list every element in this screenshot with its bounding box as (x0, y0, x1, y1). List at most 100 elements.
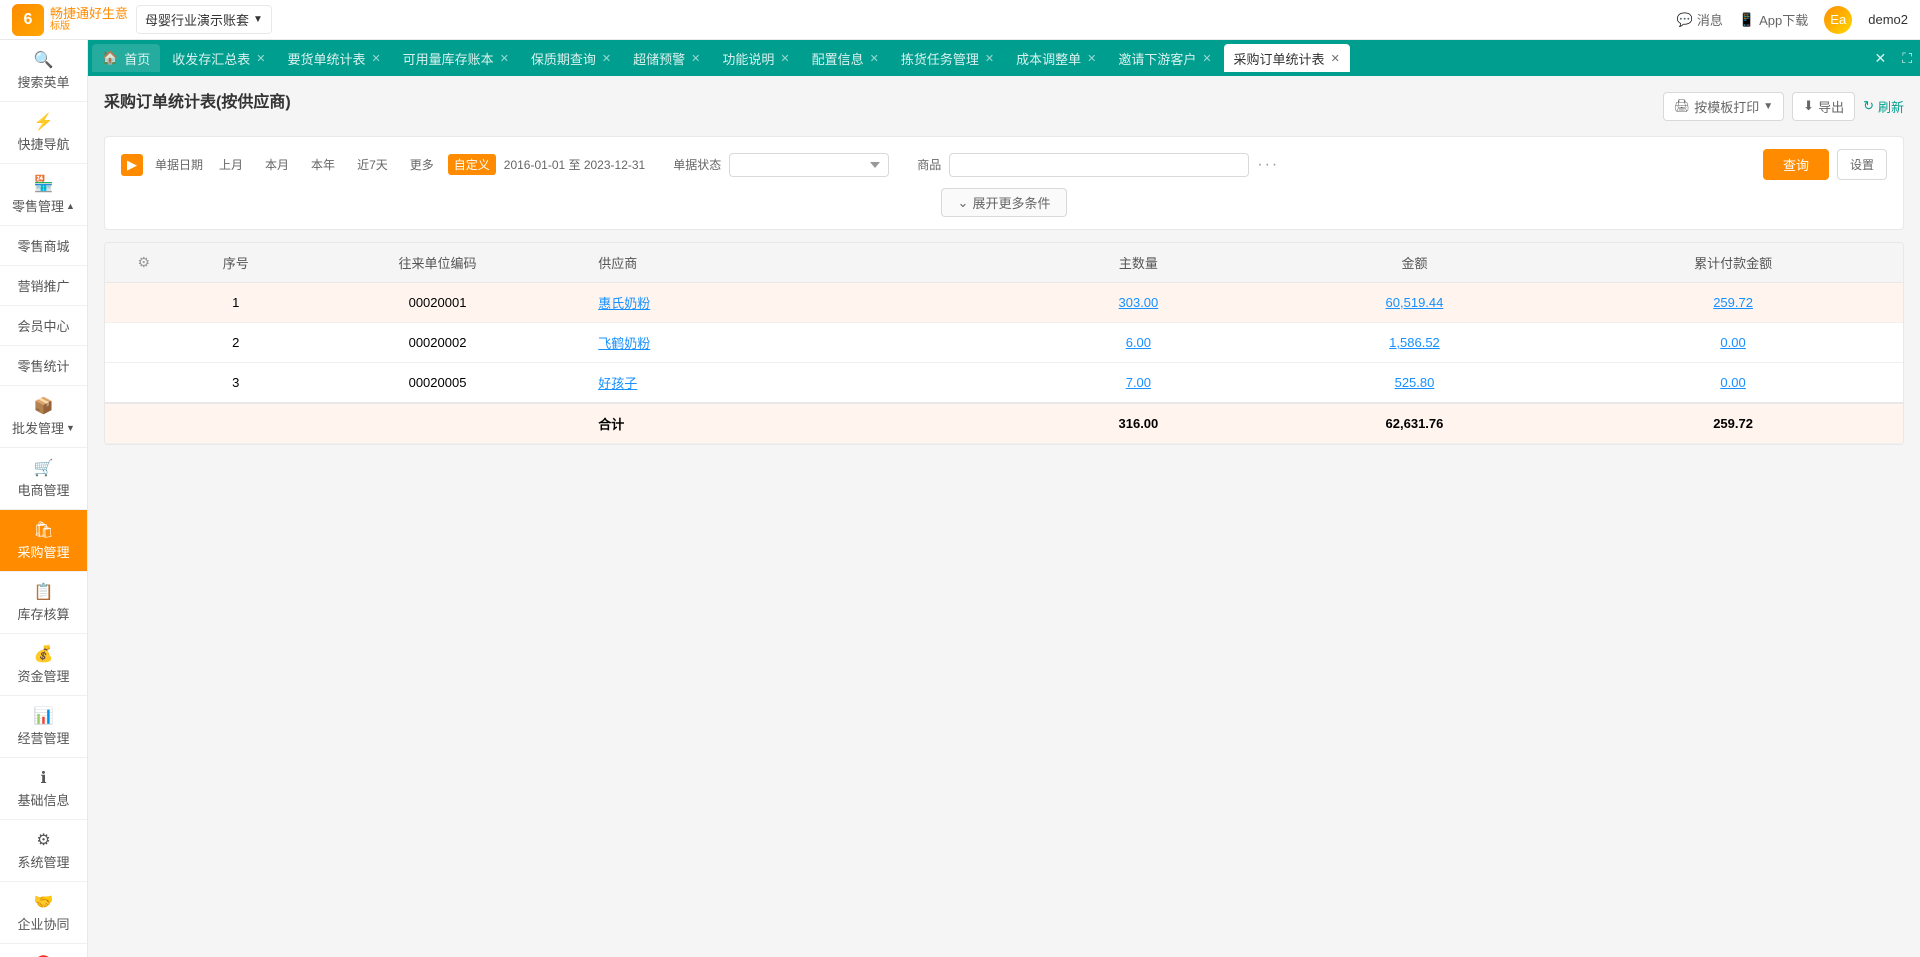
sidebar-label-finance: 资金管理 (17, 666, 69, 685)
goods-input[interactable] (949, 153, 1249, 177)
col-header-num: 序号 (183, 243, 289, 283)
sidebar-label-retail-stat: 零售统计 (17, 356, 69, 375)
refresh-button[interactable]: ↻ 刷新 (1863, 97, 1904, 116)
sidebar-item-retail[interactable]: 🏪 零售管理 ▲ (0, 164, 87, 226)
footer-num (183, 403, 289, 444)
row-2-qty-link[interactable]: 6.00 (1126, 335, 1151, 350)
sidebar-item-system[interactable]: ⚙ 系统管理 (0, 820, 87, 882)
tab-pick-task[interactable]: 拣货任务管理 ✕ (891, 44, 1004, 72)
sidebar-item-ecommerce[interactable]: 🛒 电商管理 (0, 448, 87, 510)
more-options-icon[interactable]: ··· (1257, 156, 1279, 174)
tab-close-order-summary[interactable]: ✕ (371, 52, 380, 65)
tab-overstock-warning[interactable]: 超储预警 ✕ (623, 44, 710, 72)
sidebar-item-enterprise[interactable]: 🤝 企业协同 (0, 882, 87, 944)
ecommerce-icon: 🛒 (34, 458, 54, 478)
row-1-paid-link[interactable]: 259.72 (1713, 295, 1753, 310)
status-filter-group: 单据状态 (673, 153, 889, 177)
row-3-paid-link[interactable]: 0.00 (1720, 375, 1745, 390)
tab-close-cost-adjust[interactable]: ✕ (1087, 52, 1096, 65)
tab-receive-summary[interactable]: 收发存汇总表 ✕ (162, 44, 275, 72)
row-2-supplier-link[interactable]: 飞鹤奶粉 (598, 336, 650, 351)
expand-more-button[interactable]: ⌄ 展开更多条件 (941, 188, 1068, 217)
tab-close-invite-customer[interactable]: ✕ (1202, 52, 1211, 65)
tab-order-summary[interactable]: 要货单统计表 ✕ (277, 44, 390, 72)
export-button[interactable]: ⬇ 导出 (1792, 92, 1855, 121)
row-3-amount-link[interactable]: 525.80 (1395, 375, 1435, 390)
sidebar-item-search[interactable]: 🔍 搜索英单 (0, 40, 87, 102)
sidebar-item-wholesale[interactable]: 📦 批发管理 ▼ (0, 386, 87, 448)
row-3-code: 00020005 (289, 363, 586, 404)
shortcut-this-year[interactable]: 本年 (303, 154, 343, 175)
sidebar-item-marketing[interactable]: 营销推广 (0, 266, 87, 306)
tab-close-pick-task[interactable]: ✕ (985, 52, 994, 65)
tab-cost-adjust[interactable]: 成本调整单 ✕ (1006, 44, 1106, 72)
logo-icon: 6 (12, 4, 44, 36)
shortcut-custom[interactable]: 自定义 (448, 154, 496, 175)
tab-maximize-button[interactable]: ⛶ (1898, 48, 1916, 69)
tab-config-info[interactable]: 配置信息 ✕ (802, 44, 889, 72)
sidebar-item-retail-shop[interactable]: 零售商城 (0, 226, 87, 266)
sidebar-item-purchase[interactable]: 🛍 采购管理 (0, 510, 87, 572)
row-1-supplier-link[interactable]: 惠氏奶粉 (598, 296, 650, 311)
tab-close-function-desc[interactable]: ✕ (780, 52, 789, 65)
query-button[interactable]: 查询 (1763, 149, 1829, 180)
row-2-paid: 0.00 (1563, 323, 1903, 363)
row-3-supplier-link[interactable]: 好孩子 (598, 376, 637, 391)
message-button[interactable]: 💬 消息 (1677, 10, 1723, 29)
finance-icon: 💰 (34, 644, 54, 664)
column-settings-icon[interactable]: ⚙ (138, 254, 151, 270)
sidebar-label-search: 搜索英单 (17, 72, 69, 91)
filter-collapse-button[interactable]: ▶ (121, 154, 143, 176)
sidebar-item-basic[interactable]: ℹ 基础信息 (0, 758, 87, 820)
row-1-amount-link[interactable]: 60,519.44 (1386, 295, 1444, 310)
footer-qty: 316.00 (1011, 403, 1266, 444)
tab-close-expiry-query[interactable]: ✕ (602, 52, 611, 65)
shortcut-last-7-days[interactable]: 近7天 (349, 154, 396, 175)
tab-purchase-stat[interactable]: 采购订单统计表 ✕ (1224, 44, 1350, 72)
shortcut-last-month[interactable]: 上月 (211, 154, 251, 175)
sidebar-item-shortcut[interactable]: ⚡ 快捷导航 (0, 102, 87, 164)
tab-close-inventory-ledger[interactable]: ✕ (500, 52, 509, 65)
chevron-down-icon2: ▼ (66, 423, 75, 433)
footer-amount: 62,631.76 (1266, 403, 1563, 444)
tab-close-purchase-stat[interactable]: ✕ (1331, 52, 1340, 65)
date-range-text: 2016-01-01 至 2023-12-31 (504, 156, 645, 173)
company-selector[interactable]: 母婴行业演示账套 ▼ (136, 5, 272, 34)
row-2-amount-link[interactable]: 1,586.52 (1389, 335, 1440, 350)
settings-button[interactable]: 设置 (1837, 149, 1887, 180)
page-title: 采购订单统计表(按供应商) (104, 88, 291, 112)
tab-function-desc[interactable]: 功能说明 ✕ (712, 44, 799, 72)
sidebar-item-retail-stat[interactable]: 零售统计 (0, 346, 87, 386)
user-name[interactable]: demo2 (1868, 12, 1908, 27)
header-actions: 🖨 按模板打印 ▼ ⬇ 导出 ↻ 刷新 (1663, 92, 1904, 121)
sidebar-item-newguide[interactable]: 🎯 新手引导 (0, 944, 87, 957)
tab-close-all-button[interactable]: ✕ (1870, 48, 1890, 69)
tab-home[interactable]: 🏠 首页 (92, 44, 160, 72)
row-2-paid-link[interactable]: 0.00 (1720, 335, 1745, 350)
shortcut-this-month[interactable]: 本月 (257, 154, 297, 175)
sidebar-label-member: 会员中心 (17, 316, 69, 335)
status-select[interactable] (729, 153, 889, 177)
sidebar-item-operation[interactable]: 📊 经营管理 (0, 696, 87, 758)
user-avatar[interactable]: Ea (1824, 6, 1852, 34)
footer-label: 合计 (586, 403, 1011, 444)
tab-invite-customer[interactable]: 邀请下游客户 ✕ (1108, 44, 1221, 72)
sidebar-item-inventory[interactable]: 📋 库存核算 (0, 572, 87, 634)
tab-expiry-query[interactable]: 保质期查询 ✕ (521, 44, 621, 72)
operation-icon: 📊 (34, 706, 54, 726)
app-download-button[interactable]: 📱 App下载 (1739, 10, 1808, 29)
tab-inventory-ledger[interactable]: 可用量库存账本 ✕ (393, 44, 519, 72)
download-icon: 📱 (1739, 12, 1755, 28)
system-icon: ⚙ (36, 830, 50, 850)
tab-close-config-info[interactable]: ✕ (870, 52, 879, 65)
sidebar-item-member[interactable]: 会员中心 (0, 306, 87, 346)
row-3-qty-link[interactable]: 7.00 (1126, 375, 1151, 390)
tab-close-receive-summary[interactable]: ✕ (256, 52, 265, 65)
message-icon: 💬 (1677, 12, 1693, 28)
sidebar-item-finance[interactable]: 💰 资金管理 (0, 634, 87, 696)
row-2-code: 00020002 (289, 323, 586, 363)
print-button[interactable]: 🖨 按模板打印 ▼ (1663, 92, 1784, 121)
shortcut-more[interactable]: 更多 (402, 154, 442, 175)
tab-close-overstock-warning[interactable]: ✕ (691, 52, 700, 65)
row-1-qty-link[interactable]: 303.00 (1119, 295, 1159, 310)
